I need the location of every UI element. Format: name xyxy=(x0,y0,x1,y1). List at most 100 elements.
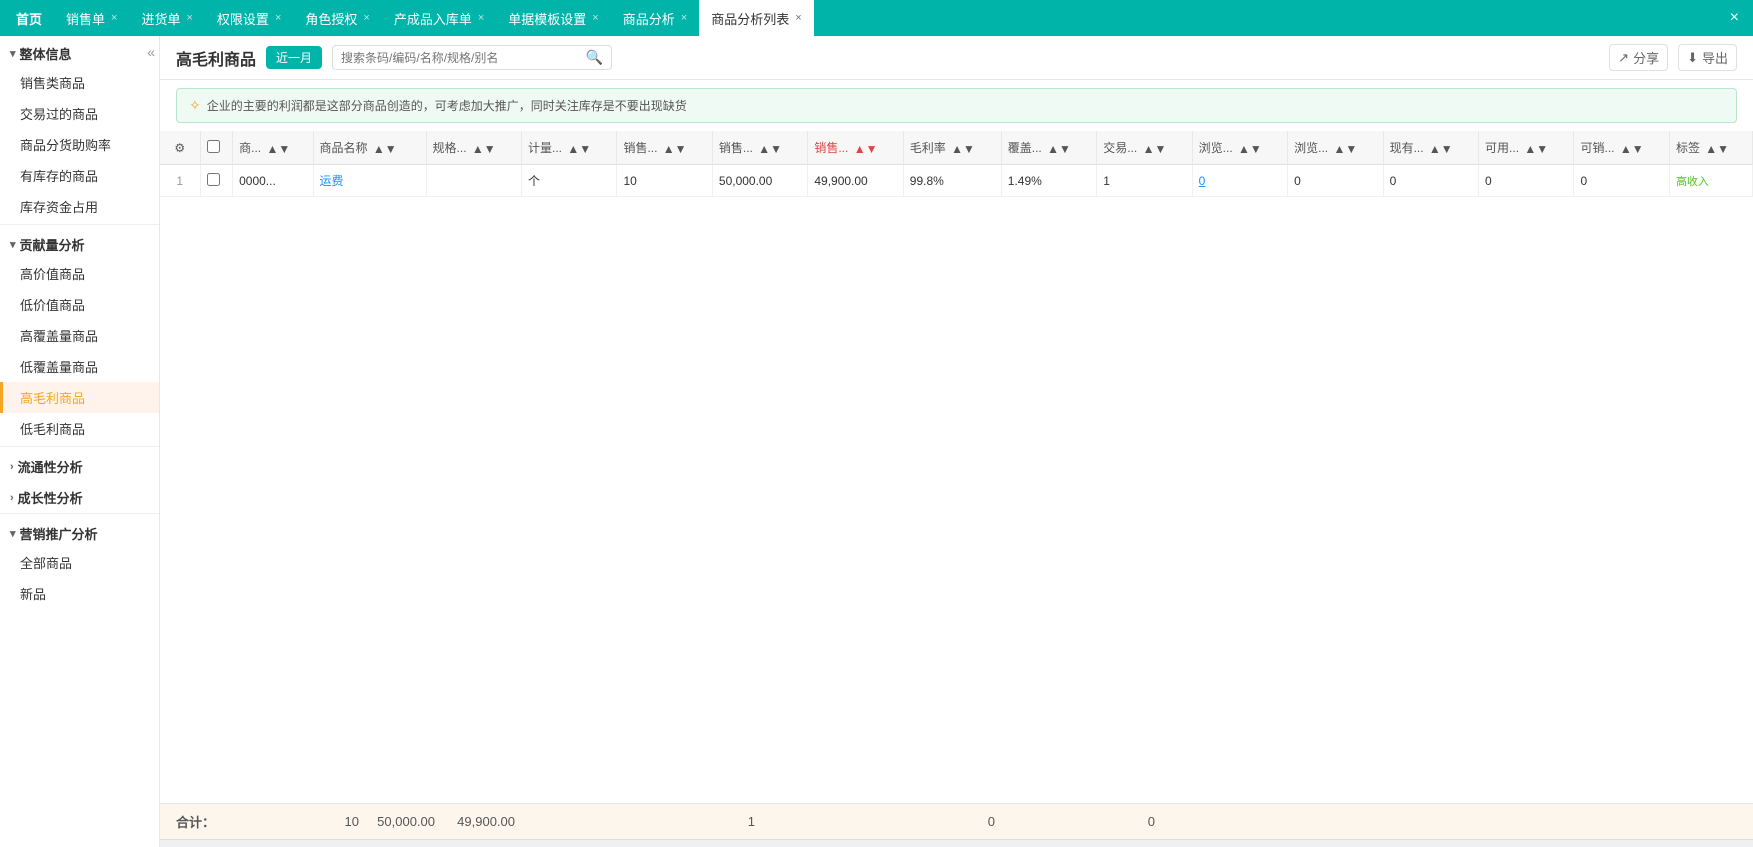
col-sales-cost[interactable]: 销售... ▲▼ xyxy=(808,131,903,165)
close-sales-tab[interactable]: × xyxy=(111,12,117,24)
group-arrow-marketing: ▾ xyxy=(10,527,16,540)
tab-analysis[interactable]: 商品分析 × xyxy=(611,0,699,36)
sidebar-item-traded-goods[interactable]: 交易过的商品 xyxy=(0,98,159,129)
sidebar-group-marketing[interactable]: ▾ 营销推广分析 xyxy=(0,516,159,547)
select-all-checkbox[interactable] xyxy=(207,140,220,153)
sidebar-item-all-goods[interactable]: 全部商品 xyxy=(0,547,159,578)
tab-template[interactable]: 单据模板设置 × xyxy=(496,0,610,36)
table-wrapper: ⚙ 商... ▲▼ 商品名称 ▲▼ 规格... ▲▼ 计量... ▲▼ 销售..… xyxy=(160,131,1753,803)
info-icon: ✧ xyxy=(189,97,201,114)
group-arrow-overall: ▾ xyxy=(10,47,16,60)
main-layout: « ▾ 整体信息 销售类商品 交易过的商品 商品分货助购率 有库存的商品 库存资… xyxy=(0,36,1753,847)
col-settings[interactable]: ⚙ xyxy=(160,131,200,165)
sidebar-group-liquidity[interactable]: › 流通性分析 xyxy=(0,449,159,480)
sidebar-item-low-value[interactable]: 低价值商品 xyxy=(0,289,159,320)
footer-sales-qty-val: 10 xyxy=(315,814,375,829)
row-stock-saleable: 0 xyxy=(1574,165,1669,197)
export-icon: ⬇ xyxy=(1687,50,1698,66)
sidebar-item-high-coverage[interactable]: 高覆盖量商品 xyxy=(0,320,159,351)
sidebar-item-sales-goods[interactable]: 销售类商品 xyxy=(0,67,159,98)
row-stock-current: 0 xyxy=(1383,165,1478,197)
row-view1[interactable]: 0 xyxy=(1192,165,1287,197)
row-code: 0000... xyxy=(233,165,313,197)
col-name[interactable]: 商品名称 ▲▼ xyxy=(313,131,426,165)
top-nav: 首页 销售单 × 进货单 × 权限设置 × 角色授权 × 产成品入库单 × 单据… xyxy=(0,0,1753,36)
info-banner: ✧ 企业的主要的利润都是这部分商品创造的，可考虑加大推广，同时关注库存是不要出现… xyxy=(176,88,1737,123)
row-sales-cost: 49,900.00 xyxy=(808,165,903,197)
col-view1[interactable]: 浏览... ▲▼ xyxy=(1192,131,1287,165)
table-row: 1 0000... 运费 个 10 50,000.00 49,900.00 99… xyxy=(160,165,1753,197)
goods-table: ⚙ 商... ▲▼ 商品名称 ▲▼ 规格... ▲▼ 计量... ▲▼ 销售..… xyxy=(160,131,1753,197)
col-view2[interactable]: 浏览... ▲▼ xyxy=(1288,131,1383,165)
footer-stock-saleable: 0 xyxy=(1095,814,1175,829)
tag-badge: 高收入 xyxy=(1676,176,1709,188)
col-spec[interactable]: 规格... ▲▼ xyxy=(426,131,521,165)
sidebar-item-low-coverage[interactable]: 低覆盖量商品 xyxy=(0,351,159,382)
col-unit[interactable]: 计量... ▲▼ xyxy=(521,131,616,165)
search-box: 🔍 xyxy=(332,45,612,70)
footer-sales-amount: 50,000.00 xyxy=(375,814,455,829)
sidebar-item-goods-split-rate[interactable]: 商品分货助购率 xyxy=(0,129,159,160)
tab-permission[interactable]: 权限设置 × xyxy=(205,0,293,36)
tab-role[interactable]: 角色授权 × xyxy=(293,0,381,36)
row-coverage: 1.49% xyxy=(1001,165,1096,197)
row-transaction: 1 xyxy=(1097,165,1192,197)
close-role-tab[interactable]: × xyxy=(363,12,369,24)
period-button[interactable]: 近一月 xyxy=(266,46,322,69)
share-button[interactable]: ↗ 分享 xyxy=(1609,44,1668,71)
col-stock-current[interactable]: 现有... ▲▼ xyxy=(1383,131,1478,165)
col-checkbox[interactable] xyxy=(200,131,233,165)
export-button[interactable]: ⬇ 导出 xyxy=(1678,44,1737,71)
search-icon[interactable]: 🔍 xyxy=(586,49,603,66)
row-stock-available: 0 xyxy=(1479,165,1574,197)
col-gross-margin[interactable]: 毛利率 ▲▼ xyxy=(903,131,1001,165)
tab-home[interactable]: 首页 xyxy=(4,0,54,36)
footer-stock-current: 0 xyxy=(935,814,1015,829)
nav-close-all[interactable]: × xyxy=(1720,9,1749,27)
col-sales-qty[interactable]: 销售... ▲▼ xyxy=(617,131,712,165)
close-finished-tab[interactable]: × xyxy=(478,12,484,24)
sidebar-collapse-btn[interactable]: « xyxy=(147,44,155,60)
col-stock-available[interactable]: 可用... ▲▼ xyxy=(1479,131,1574,165)
col-tag[interactable]: 标签 ▲▼ xyxy=(1669,131,1752,165)
sidebar-group-overall[interactable]: ▾ 整体信息 xyxy=(0,36,159,67)
close-permission-tab[interactable]: × xyxy=(275,12,281,24)
row-unit: 个 xyxy=(521,165,616,197)
sidebar-item-high-value[interactable]: 高价值商品 xyxy=(0,258,159,289)
sidebar-item-high-margin[interactable]: 高毛利商品 xyxy=(0,382,159,413)
row-index: 1 xyxy=(160,165,200,197)
footer-label: 合计： xyxy=(176,812,215,831)
footer-sales-cost: 49,900.00 xyxy=(455,814,535,829)
row-checkbox[interactable] xyxy=(200,165,233,197)
horizontal-scrollbar[interactable] xyxy=(160,839,1753,847)
sidebar-group-growth[interactable]: › 成长性分析 xyxy=(0,480,159,511)
tab-analysis-list[interactable]: 商品分析列表 × xyxy=(699,0,813,36)
close-analysis-list-tab[interactable]: × xyxy=(795,12,801,24)
sidebar-item-new-goods[interactable]: 新品 xyxy=(0,578,159,609)
close-purchase-tab[interactable]: × xyxy=(186,12,192,24)
sidebar-item-stock-capital[interactable]: 库存资金占用 xyxy=(0,191,159,222)
row-gross-margin: 99.8% xyxy=(903,165,1001,197)
tab-purchase[interactable]: 进货单 × xyxy=(129,0,204,36)
group-arrow-growth: › xyxy=(10,492,14,504)
info-text: 企业的主要的利润都是这部分商品创造的，可考虑加大推广，同时关注库存是不要出现缺货 xyxy=(207,97,687,114)
row-view2: 0 xyxy=(1288,165,1383,197)
row-name[interactable]: 运费 xyxy=(313,165,426,197)
col-stock-saleable[interactable]: 可销... ▲▼ xyxy=(1574,131,1669,165)
sidebar-group-contribution[interactable]: ▾ 贡献量分析 xyxy=(0,227,159,258)
col-coverage[interactable]: 覆盖... ▲▼ xyxy=(1001,131,1096,165)
row-spec xyxy=(426,165,521,197)
search-input[interactable] xyxy=(341,51,586,65)
sidebar-item-stocked-goods[interactable]: 有库存的商品 xyxy=(0,160,159,191)
sidebar: « ▾ 整体信息 销售类商品 交易过的商品 商品分货助购率 有库存的商品 库存资… xyxy=(0,36,160,847)
group-arrow-contribution: ▾ xyxy=(10,238,16,251)
sidebar-item-low-margin[interactable]: 低毛利商品 xyxy=(0,413,159,444)
page-title: 高毛利商品 xyxy=(176,46,256,70)
close-template-tab[interactable]: × xyxy=(592,12,598,24)
col-code[interactable]: 商... ▲▼ xyxy=(233,131,313,165)
col-sales-amount[interactable]: 销售... ▲▼ xyxy=(712,131,807,165)
col-transaction[interactable]: 交易... ▲▼ xyxy=(1097,131,1192,165)
tab-sales[interactable]: 销售单 × xyxy=(54,0,129,36)
tab-finished[interactable]: 产成品入库单 × xyxy=(382,0,496,36)
close-analysis-tab[interactable]: × xyxy=(681,12,687,24)
